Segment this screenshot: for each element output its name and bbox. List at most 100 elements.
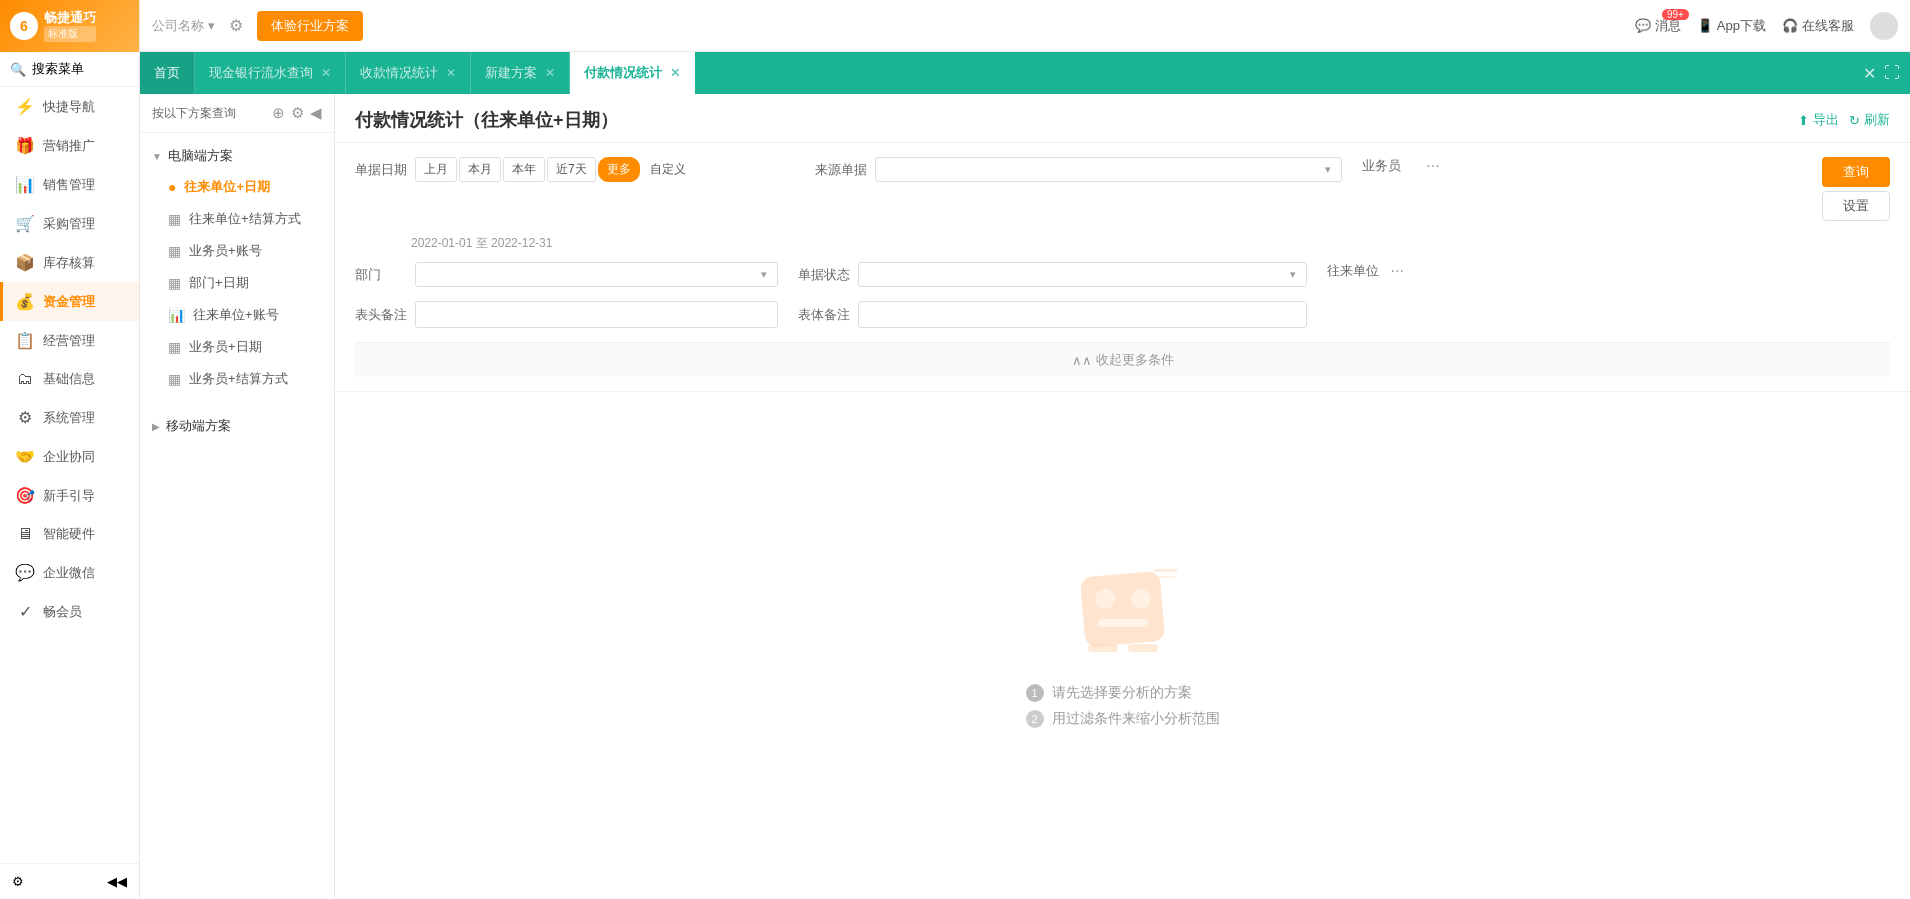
notifications-badge: 99+ xyxy=(1662,9,1689,20)
hardware-label: 智能硬件 xyxy=(43,525,95,543)
sidebar-item-weixin[interactable]: 💬 企业微信 xyxy=(0,553,139,592)
solutions-settings-icon[interactable]: ⚙ xyxy=(291,104,304,122)
dept-select[interactable]: ▾ xyxy=(415,262,778,287)
query-button[interactable]: 查询 xyxy=(1822,157,1890,187)
date-custom[interactable]: 自定义 xyxy=(642,158,694,181)
source-select[interactable]: ▾ xyxy=(875,157,1343,182)
svg-point-1 xyxy=(1095,589,1115,609)
date-this-year[interactable]: 本年 xyxy=(503,157,545,182)
solution-item-dept-date[interactable]: ▦ 部门+日期 xyxy=(140,267,334,299)
sidebar-item-hardware[interactable]: 🖥 智能硬件 xyxy=(0,515,139,553)
staff-account-label: 业务员+账号 xyxy=(189,242,262,260)
sidebar-item-operations[interactable]: 📋 经营管理 xyxy=(0,321,139,360)
topbar-settings-icon[interactable]: ⚙ xyxy=(225,12,247,39)
empty-tip-2: 2 用过滤条件来缩小分析范围 xyxy=(1026,710,1220,728)
tabbar: 首页 现金银行流水查询 ✕ 收款情况统计 ✕ 新建方案 ✕ 付款情况统计 ✕ ✕… xyxy=(140,52,1910,94)
weixin-label: 企业微信 xyxy=(43,564,95,582)
sidebar-item-system[interactable]: ⚙ 系统管理 xyxy=(0,398,139,437)
vip-label: 畅会员 xyxy=(43,603,82,621)
solutions-collapse-icon[interactable]: ◀ xyxy=(310,104,322,122)
doc-status-select[interactable]: ▾ xyxy=(858,262,1306,287)
purchase-icon: 🛒 xyxy=(15,214,35,233)
tab-close-bank-flow[interactable]: ✕ xyxy=(321,66,331,80)
page-title: 付款情况统计（往来单位+日期） xyxy=(355,108,618,132)
tab-close-payments[interactable]: ✕ xyxy=(670,66,680,80)
export-button[interactable]: ⬆ 导出 xyxy=(1798,111,1839,129)
topbar-right: 💬 消息 99+ 📱 App下载 🎧 在线客服 xyxy=(1635,12,1898,40)
tab-new-plan[interactable]: 新建方案 ✕ xyxy=(471,52,570,94)
staff-label: 业务员 xyxy=(1362,157,1414,175)
tab-close-new-plan[interactable]: ✕ xyxy=(545,66,555,80)
tab-close-receipts[interactable]: ✕ xyxy=(446,66,456,80)
sidebar-item-purchase[interactable]: 🛒 采购管理 xyxy=(0,204,139,243)
date-last-7days[interactable]: 近7天 xyxy=(547,157,596,182)
operations-label: 经营管理 xyxy=(43,332,95,350)
solution-item-staff-settlement[interactable]: ▦ 业务员+结算方式 xyxy=(140,363,334,395)
solution-item-unit-account[interactable]: 📊 往来单位+账号 xyxy=(140,299,334,331)
company-name[interactable]: 公司名称 ▾ xyxy=(152,17,215,35)
svg-rect-0 xyxy=(1079,570,1165,647)
sidebar-item-inventory[interactable]: 📦 库存核算 xyxy=(0,243,139,282)
date-last-month[interactable]: 上月 xyxy=(415,157,457,182)
logo-text-area: 畅捷通巧 标准版 xyxy=(44,10,96,43)
tabbar-right: ✕ ⛶ xyxy=(1853,52,1910,94)
sidebar-item-capital[interactable]: 💰 资金管理 xyxy=(0,282,139,321)
system-icon: ⚙ xyxy=(15,408,35,427)
tab-receipts[interactable]: 收款情况统计 ✕ xyxy=(346,52,471,94)
page-content: 按以下方案查询 ⊕ ⚙ ◀ ▼ 电脑端方案 ● 往来单位+日期 ▦ xyxy=(140,94,1910,899)
mobile-section-header[interactable]: ▶ 移动端方案 xyxy=(140,411,334,441)
add-solution-icon[interactable]: ⊕ xyxy=(272,104,285,122)
empty-state: 1 请先选择要分析的方案 2 用过滤条件来缩小分析范围 xyxy=(335,392,1910,899)
body-notes-input[interactable] xyxy=(858,301,1306,328)
settings-button[interactable]: 设置 xyxy=(1822,191,1890,221)
doc-status-chevron-icon: ▾ xyxy=(1290,268,1296,281)
solution-item-unit-settlement[interactable]: ▦ 往来单位+结算方式 xyxy=(140,203,334,235)
tab-payments[interactable]: 付款情况统计 ✕ xyxy=(570,52,695,94)
date-this-month[interactable]: 本月 xyxy=(459,157,501,182)
sidebar-item-guide[interactable]: 🎯 新手引导 xyxy=(0,476,139,515)
sidebar-item-marketing[interactable]: 🎁 营销推广 xyxy=(0,126,139,165)
sidebar-header: 6 畅捷通巧 标准版 xyxy=(0,0,139,52)
sidebar-item-vip[interactable]: ✓ 畅会员 xyxy=(0,592,139,631)
tab-home[interactable]: 首页 xyxy=(140,52,195,94)
body-notes-label: 表体备注 xyxy=(798,306,850,324)
solution-item-staff-account[interactable]: ▦ 业务员+账号 xyxy=(140,235,334,267)
desktop-section-header[interactable]: ▼ 电脑端方案 xyxy=(140,141,334,171)
related-unit-ellipsis[interactable]: ··· xyxy=(1387,262,1408,280)
search-menu[interactable]: 🔍 搜索菜单 xyxy=(0,52,139,87)
tip-num-1: 1 xyxy=(1026,684,1044,702)
page-title-actions: ⬆ 导出 ↻ 刷新 xyxy=(1798,111,1890,129)
refresh-button[interactable]: ↻ 刷新 xyxy=(1849,111,1890,129)
customer-service[interactable]: 🎧 在线客服 xyxy=(1782,17,1854,35)
capital-label: 资金管理 xyxy=(43,293,95,311)
solution-item-unit-date[interactable]: ● 往来单位+日期 xyxy=(140,171,334,203)
collapse-more-btn[interactable]: ∧∧ 收起更多条件 xyxy=(1072,351,1174,369)
guide-icon: 🎯 xyxy=(15,486,35,505)
weixin-icon: 💬 xyxy=(15,563,35,582)
date-more[interactable]: 更多 xyxy=(598,157,640,182)
sidebar-item-quick-nav[interactable]: ⚡ 快捷导航 xyxy=(0,87,139,126)
tab-bank-flow[interactable]: 现金银行流水查询 ✕ xyxy=(195,52,346,94)
user-avatar[interactable] xyxy=(1870,12,1898,40)
filter-group-related-unit: 往来单位 ··· xyxy=(1327,262,1750,280)
footer-settings-icon[interactable]: ⚙ xyxy=(12,874,24,889)
collapse-bar: ∧∧ 收起更多条件 xyxy=(355,342,1890,377)
app-download[interactable]: 📱 App下载 xyxy=(1697,17,1766,35)
svg-rect-3 xyxy=(1098,619,1148,627)
staff-ellipsis[interactable]: ··· xyxy=(1422,157,1443,175)
header-notes-input[interactable] xyxy=(415,301,778,328)
sales-icon: 📊 xyxy=(15,175,35,194)
empty-illustration xyxy=(1063,564,1183,664)
solution-item-staff-date[interactable]: ▦ 业务员+日期 xyxy=(140,331,334,363)
trial-button[interactable]: 体验行业方案 xyxy=(257,11,363,41)
notifications[interactable]: 💬 消息 99+ xyxy=(1635,17,1681,35)
footer-collapse-icon[interactable]: ◀◀ xyxy=(107,874,127,889)
page-title-bar: 付款情况统计（往来单位+日期） ⬆ 导出 ↻ 刷新 xyxy=(335,94,1910,143)
sidebar-item-enterprise[interactable]: 🤝 企业协同 xyxy=(0,437,139,476)
svg-rect-6 xyxy=(1153,569,1178,572)
sidebar-item-basic-info[interactable]: 🗂 基础信息 xyxy=(0,360,139,398)
mobile-toggle-icon: ▶ xyxy=(152,421,160,432)
close-all-tabs-icon[interactable]: ✕ xyxy=(1863,64,1876,83)
maximize-icon[interactable]: ⛶ xyxy=(1884,64,1900,82)
sidebar-item-sales[interactable]: 📊 销售管理 xyxy=(0,165,139,204)
